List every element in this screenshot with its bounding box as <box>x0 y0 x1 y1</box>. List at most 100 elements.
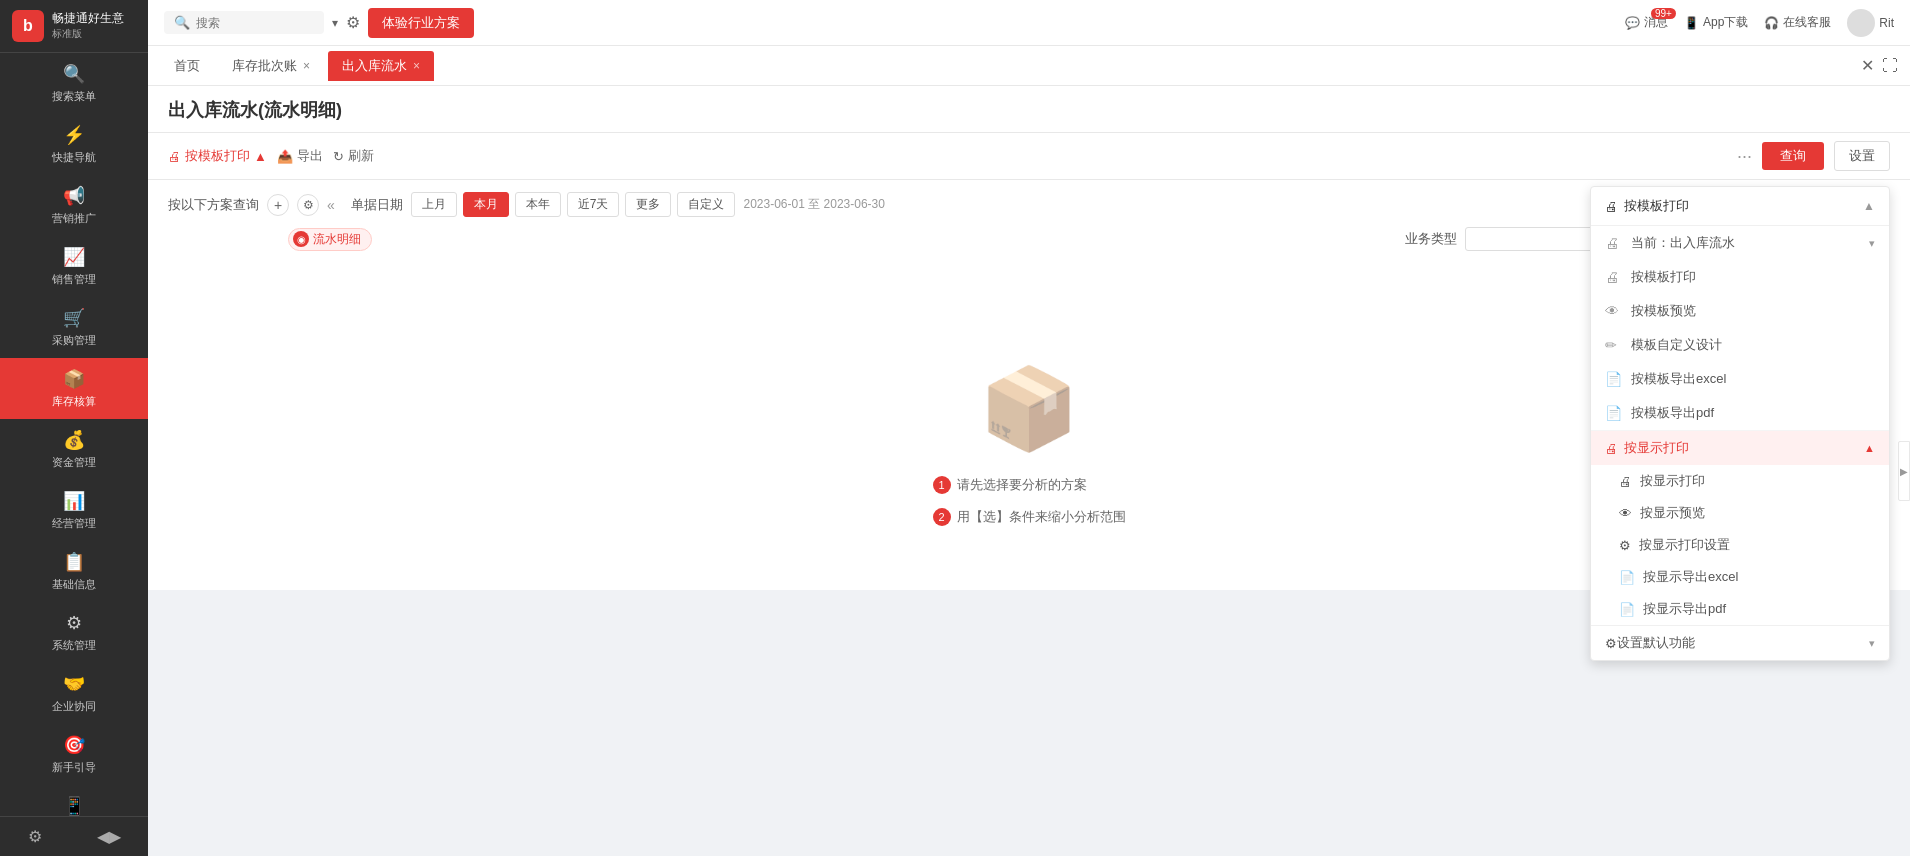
dropdown-sub-display-print-settings[interactable]: ⚙ 按显示打印设置 <box>1591 529 1889 561</box>
topbar-gear-icon[interactable]: ⚙ <box>346 13 360 32</box>
date-btn-7days[interactable]: 近7天 <box>567 192 620 217</box>
template-print-d-label: 按模板打印 <box>1631 268 1696 286</box>
dropdown-section-display-header[interactable]: 🖨 按显示打印 ▲ <box>1591 431 1889 465</box>
display-section-arrow: ▲ <box>1864 442 1875 454</box>
filter-add-button[interactable]: + <box>267 194 289 216</box>
online-service-btn[interactable]: 🎧 在线客服 <box>1764 14 1831 31</box>
message-btn[interactable]: 💬 消息 99+ <box>1625 14 1668 31</box>
sidebar-label-search: 搜索菜单 <box>52 89 96 104</box>
date-btn-more[interactable]: 更多 <box>625 192 671 217</box>
cart-icon: 🛒 <box>63 307 85 329</box>
settings-bottom-icon[interactable]: ⚙ <box>28 827 42 846</box>
sidebar-item-inventory[interactable]: 📦 库存核算 <box>0 358 148 419</box>
template-print-btn[interactable]: 🖨 按模板打印 ▲ <box>168 147 267 165</box>
message-icon: 💬 <box>1625 16 1640 30</box>
headset-icon: 🎧 <box>1764 16 1779 30</box>
sidebar-item-finance[interactable]: 💰 资金管理 <box>0 419 148 480</box>
sidebar-label-inventory: 库存核算 <box>52 394 96 409</box>
filter-tag-icon: ◉ <box>293 231 309 247</box>
display-print-settings-icon: ⚙ <box>1619 538 1631 553</box>
sidebar-item-system[interactable]: ⚙ 系统管理 <box>0 602 148 663</box>
dropdown-item-template-excel[interactable]: 📄 按模板导出excel <box>1591 362 1889 396</box>
display-print-icon: 🖨 <box>1619 474 1632 489</box>
query-button[interactable]: 查询 <box>1762 142 1824 170</box>
template-custom-label: 模板自定义设计 <box>1631 336 1722 354</box>
chart-icon: 📈 <box>63 246 85 268</box>
current-template-label: 当前：出入库流水 <box>1631 234 1735 252</box>
money-icon: 💰 <box>63 429 85 451</box>
current-template-arrow: ▾ <box>1869 237 1875 250</box>
tab-close-all-icon[interactable]: ✕ <box>1861 56 1874 75</box>
topbar-dropdown-arrow[interactable]: ▾ <box>332 16 338 30</box>
handshake-icon: 🤝 <box>63 673 85 695</box>
settings-button[interactable]: 设置 <box>1834 141 1890 171</box>
tab-home[interactable]: 首页 <box>160 51 214 81</box>
megaphone-icon: 📢 <box>63 185 85 207</box>
sidebar-item-basic-info[interactable]: 📋 基础信息 <box>0 541 148 602</box>
tab-inout-flow-close[interactable]: × <box>413 59 420 73</box>
filter-scheme-label: 按以下方案查询 <box>168 196 259 214</box>
right-scroll-handle[interactable]: ▶ <box>1898 441 1910 501</box>
date-label: 单据日期 <box>351 196 403 214</box>
search-input[interactable] <box>196 16 296 30</box>
filter-collapse-icon[interactable]: « <box>327 197 335 213</box>
tab-batch-account-close[interactable]: × <box>303 59 310 73</box>
date-btn-prev-month[interactable]: 上月 <box>411 192 457 217</box>
filter-tag-label: 流水明细 <box>313 231 361 248</box>
dropdown-item-template-preview[interactable]: 👁 按模板预览 <box>1591 294 1889 328</box>
filter-config-button[interactable]: ⚙ <box>297 194 319 216</box>
more-actions-icon[interactable]: ··· <box>1737 146 1752 167</box>
tab-inout-flow[interactable]: 出入库流水 × <box>328 51 434 81</box>
dropdown-panel-template-print: 🖨 按模板打印 ▲ 🖨 当前：出入库流水 ▾ 🖨 按模板打印 <box>1590 186 1890 661</box>
sidebar-item-quick-nav[interactable]: ⚡ 快捷导航 <box>0 114 148 175</box>
dropdown-section-display: 🖨 按显示打印 ▲ 🖨 按显示打印 👁 按显示预览 <box>1591 430 1889 625</box>
dropdown-sub-display-preview[interactable]: 👁 按显示预览 <box>1591 497 1889 529</box>
app-download-btn[interactable]: 📱 App下载 <box>1684 14 1748 31</box>
user-avatar-area[interactable]: Rit <box>1847 9 1894 37</box>
filter-tag-flow-detail[interactable]: ◉ 流水明细 <box>288 228 372 251</box>
sidebar-item-enterprise[interactable]: 🤝 企业协同 <box>0 663 148 724</box>
sidebar-item-operations[interactable]: 📊 经营管理 <box>0 480 148 541</box>
refresh-btn[interactable]: ↻ 刷新 <box>333 147 374 165</box>
template-preview-label: 按模板预览 <box>1631 302 1696 320</box>
sidebar-label-quick-nav: 快捷导航 <box>52 150 96 165</box>
sidebar-item-guide[interactable]: 🎯 新手引导 <box>0 724 148 785</box>
sidebar-item-sales[interactable]: 📈 销售管理 <box>0 236 148 297</box>
date-btn-current-month[interactable]: 本月 <box>463 192 509 217</box>
industry-solution-button[interactable]: 体验行业方案 <box>368 8 474 38</box>
tab-inout-flow-label: 出入库流水 <box>342 57 407 75</box>
sidebar-item-app-center[interactable]: 📱 应用中心 <box>0 785 148 816</box>
dropdown-footer-default[interactable]: ⚙ 设置默认功能 ▾ <box>1591 625 1889 660</box>
action-toolbar: 🖨 按模板打印 ▲ 📤 导出 ↻ 刷新 ··· 查询 设置 <box>148 133 1910 180</box>
dropdown-item-template-print[interactable]: 🖨 按模板打印 <box>1591 260 1889 294</box>
sidebar-item-search[interactable]: 🔍 搜索菜单 <box>0 53 148 114</box>
tab-batch-account[interactable]: 库存批次账 × <box>218 51 324 81</box>
display-section-icon: 🖨 <box>1605 441 1618 456</box>
template-preview-icon: 👁 <box>1605 303 1623 319</box>
printer-icon: 🖨 <box>168 149 181 164</box>
tab-batch-account-label: 库存批次账 <box>232 57 297 75</box>
set-default-icon: ⚙ <box>1605 636 1617 651</box>
export-btn[interactable]: 📤 导出 <box>277 147 323 165</box>
dropdown-sub-display-excel[interactable]: 📄 按显示导出excel <box>1591 561 1889 593</box>
date-btn-current-year[interactable]: 本年 <box>515 192 561 217</box>
dropdown-sub-display-pdf[interactable]: 📄 按显示导出pdf <box>1591 593 1889 625</box>
dropdown-current-template[interactable]: 🖨 当前：出入库流水 ▾ <box>1591 226 1889 260</box>
dropdown-header: 🖨 按模板打印 ▲ <box>1591 187 1889 226</box>
sidebar-bottom: ⚙ ◀▶ <box>0 816 148 856</box>
collapse-sidebar-icon[interactable]: ◀▶ <box>97 827 121 846</box>
lightning-icon: ⚡ <box>63 124 85 146</box>
sidebar-label-basic-info: 基础信息 <box>52 577 96 592</box>
dropdown-panel-up-arrow[interactable]: ▲ <box>1863 199 1875 213</box>
sidebar-item-marketing[interactable]: 📢 营销推广 <box>0 175 148 236</box>
topbar-search-box[interactable]: 🔍 <box>164 11 324 34</box>
main-area: 🔍 ▾ ⚙ 体验行业方案 💬 消息 99+ 📱 App下载 🎧 <box>148 0 1910 856</box>
dropdown-item-template-custom[interactable]: ✏ 模板自定义设计 <box>1591 328 1889 362</box>
dropdown-item-template-pdf[interactable]: 📄 按模板导出pdf <box>1591 396 1889 430</box>
biz-type-label: 业务类型 <box>1405 230 1457 248</box>
tab-maximize-icon[interactable]: ⛶ <box>1882 57 1898 75</box>
date-btn-custom[interactable]: 自定义 <box>677 192 735 217</box>
sidebar-item-purchase[interactable]: 🛒 采购管理 <box>0 297 148 358</box>
sidebar-label-enterprise: 企业协同 <box>52 699 96 714</box>
dropdown-sub-display-print[interactable]: 🖨 按显示打印 <box>1591 465 1889 497</box>
